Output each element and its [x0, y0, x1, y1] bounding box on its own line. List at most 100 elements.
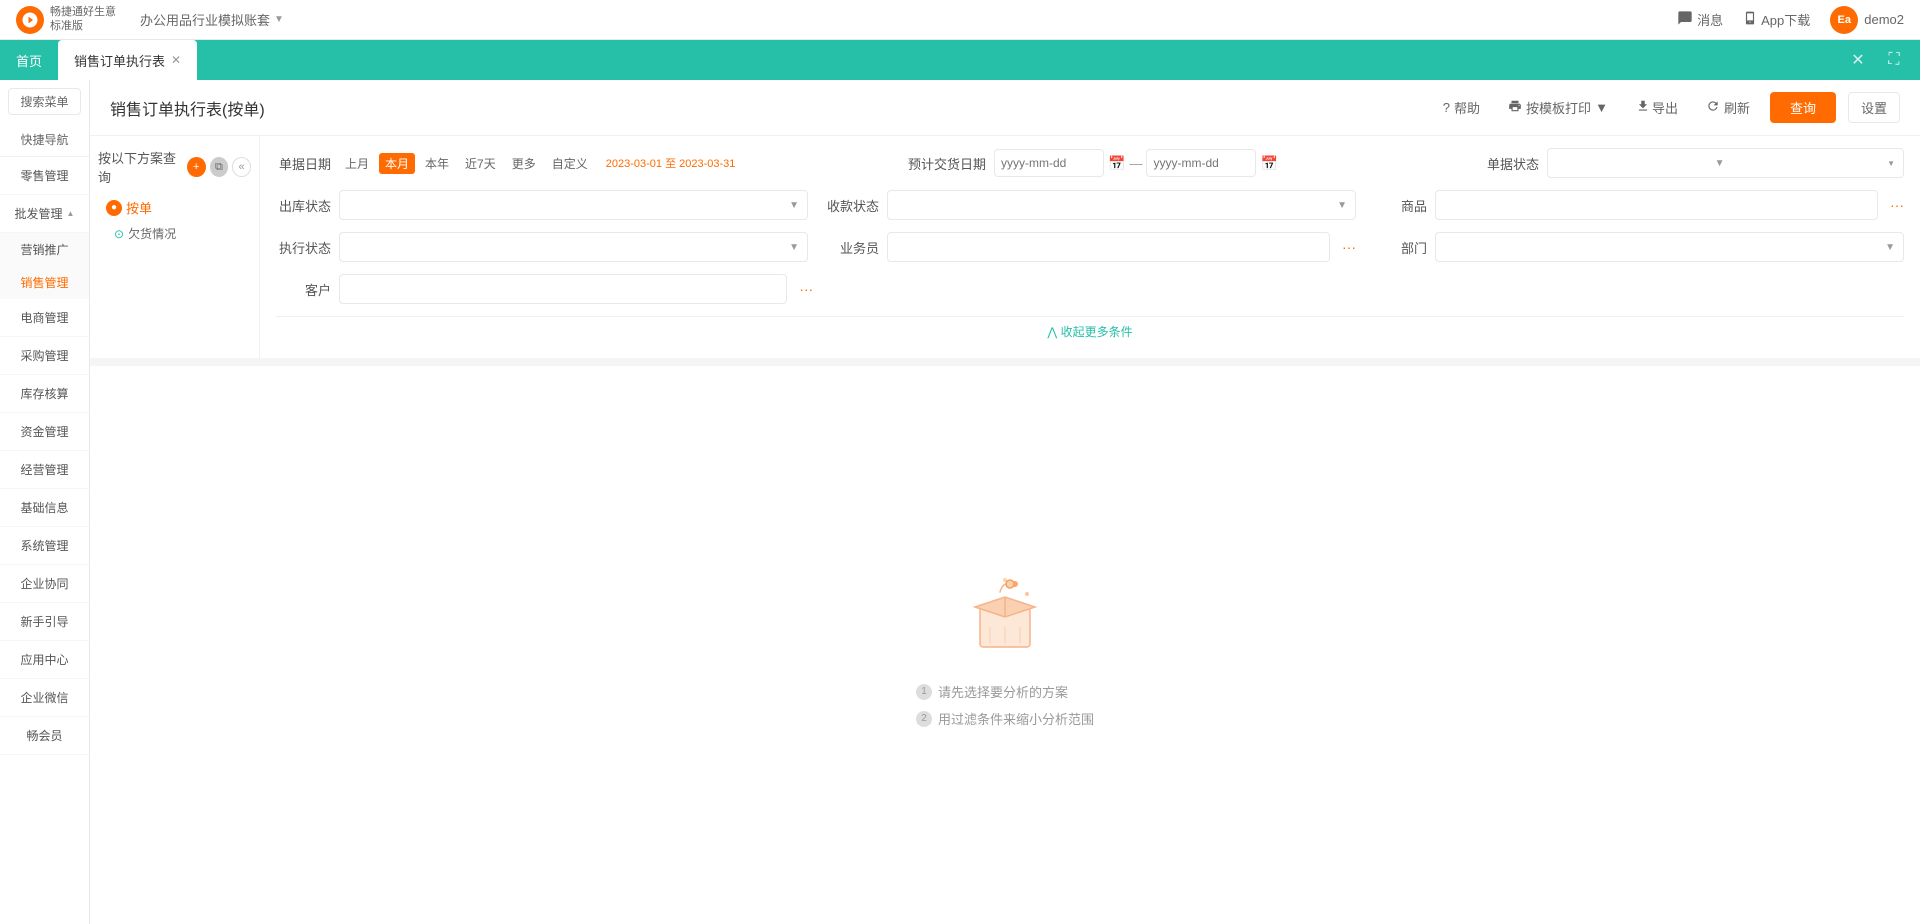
execution-status-label: 执行状态 — [276, 238, 331, 257]
empty-illustration — [955, 562, 1055, 662]
maximize-button[interactable]: ⛶ — [1880, 46, 1908, 74]
department-select[interactable]: ▼ — [1435, 232, 1904, 262]
breadcrumb: 办公用品行业模拟账套 ▼ — [140, 10, 284, 29]
empty-tips: 1 请先选择要分析的方案 2 用过滤条件来缩小分析范围 — [916, 682, 1094, 728]
empty-tip-2: 2 用过滤条件来缩小分析范围 — [916, 709, 1094, 728]
customer-field: 客户 ··· — [276, 274, 813, 304]
help-button[interactable]: ? 帮助 — [1435, 94, 1488, 121]
export-button[interactable]: 导出 — [1628, 94, 1686, 121]
sidebar-item-inventory[interactable]: 库存核算 — [0, 375, 89, 413]
payment-status-label: 收款状态 — [824, 196, 879, 215]
message-button[interactable]: 消息 — [1677, 10, 1723, 29]
date-tab-last-7-days[interactable]: 近7天 — [459, 153, 502, 174]
salesperson-field: 业务员 ··· — [824, 232, 1356, 262]
customer-label: 客户 — [276, 280, 331, 299]
delivery-date-end[interactable] — [1146, 149, 1256, 177]
close-tab-icon[interactable]: ✕ — [171, 53, 181, 67]
print-button[interactable]: 按模板打印 ▼ — [1500, 94, 1616, 121]
collapse-conditions-button[interactable]: ⋀ 收起更多条件 — [276, 316, 1904, 346]
payment-status-select[interactable]: ▼ — [887, 190, 1356, 220]
sidebar-item-ecommerce-label: 电商管理 — [20, 309, 68, 326]
expected-delivery-field: 预计交货日期 📅 — 📅 — [908, 149, 1468, 177]
scheme-item-order-icon: ● — [106, 200, 122, 216]
chevron-down-icon: ▼ — [1715, 158, 1725, 169]
scheme-item-arrears[interactable]: ⊙ 欠货情况 — [98, 221, 251, 246]
add-scheme-button[interactable]: + — [187, 157, 206, 177]
empty-state: 1 请先选择要分析的方案 2 用过滤条件来缩小分析范围 — [90, 366, 1920, 924]
app-download-button[interactable]: App下载 — [1743, 10, 1810, 29]
breadcrumb-chevron-icon[interactable]: ▼ — [274, 14, 284, 25]
sidebar-item-enterprise[interactable]: 企业协同 — [0, 565, 89, 603]
home-tab-label: 首页 — [16, 51, 42, 70]
payment-status-field: 收款状态 ▼ — [824, 190, 1356, 220]
sidebar-item-enterprise-label: 企业协同 — [20, 575, 68, 592]
date-tab-last-month[interactable]: 上月 — [339, 153, 375, 174]
salesperson-input[interactable] — [887, 232, 1330, 262]
customer-input[interactable] — [339, 274, 787, 304]
sidebar-item-basic[interactable]: 基础信息 — [0, 489, 89, 527]
goods-picker-icon[interactable]: ··· — [1890, 197, 1904, 213]
delivery-status-chevron-icon: ▼ — [789, 200, 799, 211]
sidebar-item-corp-wechat[interactable]: 企业微信 — [0, 679, 89, 717]
sidebar-item-operations-label: 经营管理 — [20, 461, 68, 478]
scheme-item-order[interactable]: ● 按单 — [98, 194, 251, 221]
print-dropdown-icon[interactable]: ▼ — [1595, 100, 1608, 115]
sidebar-item-finance-label: 资金管理 — [20, 423, 68, 440]
close-window-button[interactable]: ✕ — [1844, 46, 1872, 74]
date-field: 单据日期 上月 本月 本年 近7天 更多 自定义 2023-03-01 至 20… — [276, 153, 892, 174]
print-icon — [1508, 99, 1522, 116]
sidebar-item-finance[interactable]: 资金管理 — [0, 413, 89, 451]
sidebar-item-newbie[interactable]: 新手引导 — [0, 603, 89, 641]
refresh-button[interactable]: 刷新 — [1698, 94, 1758, 121]
date-tab-more[interactable]: 更多 — [506, 153, 542, 174]
filter-row-4: 客户 ··· — [276, 274, 1904, 304]
refresh-icon — [1706, 99, 1720, 116]
sidebar-item-operations[interactable]: 经营管理 — [0, 451, 89, 489]
search-menu-button[interactable]: 搜索菜单 — [8, 88, 81, 115]
sidebar-item-app-center[interactable]: 应用中心 — [0, 641, 89, 679]
settings-button[interactable]: 设置 — [1848, 92, 1900, 123]
goods-field: 商品 ··· — [1372, 190, 1904, 220]
page-title: 销售订单执行表(按单) — [110, 96, 265, 132]
tab-sales-order[interactable]: 销售订单执行表 ✕ — [58, 40, 197, 80]
sidebar-item-retail[interactable]: 零售管理 — [0, 157, 89, 195]
copy-scheme-button[interactable]: ⧉ — [210, 157, 229, 177]
clock-icon: ⊙ — [114, 227, 124, 241]
delivery-status-select[interactable]: ▼ — [339, 190, 808, 220]
doc-status-select[interactable]: ▼ — [1547, 148, 1904, 178]
sidebar-item-marketing[interactable]: 营销推广 — [0, 233, 89, 266]
date-tab-this-year[interactable]: 本年 — [419, 153, 455, 174]
sidebar-item-shortcut[interactable]: 快捷导航 — [0, 123, 89, 157]
sales-order-tab-label: 销售订单执行表 — [74, 51, 165, 70]
expected-delivery-label: 预计交货日期 — [908, 154, 986, 173]
calendar-end-icon[interactable]: 📅 — [1260, 155, 1277, 172]
user-area[interactable]: Ea demo2 — [1830, 6, 1904, 34]
scheme-item-order-label: 按单 — [126, 198, 152, 217]
sidebar-item-purchase[interactable]: 采购管理 — [0, 337, 89, 375]
scheme-item-arrears-label: 欠货情况 — [128, 225, 176, 242]
customer-picker-icon[interactable]: ··· — [799, 281, 813, 297]
filter-row-3: 执行状态 ▼ 业务员 ··· 部门 — [276, 232, 1904, 262]
calendar-start-icon[interactable]: 📅 — [1108, 155, 1125, 172]
date-tab-this-month[interactable]: 本月 — [379, 153, 415, 174]
top-header: 畅捷通好生意 标准版 办公用品行业模拟账套 ▼ 消息 App下载 Ea demo… — [0, 0, 1920, 40]
sidebar-item-sales-mgmt[interactable]: 销售管理 — [0, 266, 89, 299]
query-button[interactable]: 查询 — [1770, 92, 1836, 123]
delivery-date-start[interactable] — [994, 149, 1104, 177]
content-area: 销售订单执行表(按单) ? 帮助 按模板打印 ▼ 导出 — [90, 80, 1920, 924]
sidebar-item-member[interactable]: 畅会员 — [0, 717, 89, 755]
salesperson-picker-icon[interactable]: ··· — [1342, 239, 1356, 255]
date-tab-custom[interactable]: 自定义 — [546, 153, 594, 174]
execution-status-chevron-icon: ▼ — [789, 242, 799, 253]
collapse-scheme-button[interactable]: « — [232, 157, 251, 177]
sidebar-item-system[interactable]: 系统管理 — [0, 527, 89, 565]
sidebar-item-system-label: 系统管理 — [20, 537, 68, 554]
date-field-label: 单据日期 — [276, 154, 331, 173]
header-left: 畅捷通好生意 标准版 办公用品行业模拟账套 ▼ — [16, 6, 284, 34]
tab-home[interactable]: 首页 — [0, 40, 58, 80]
execution-status-select[interactable]: ▼ — [339, 232, 808, 262]
doc-status-label: 单据状态 — [1484, 154, 1539, 173]
goods-input[interactable] — [1435, 190, 1878, 220]
sidebar-item-ecommerce[interactable]: 电商管理 — [0, 299, 89, 337]
sidebar-item-wholesale[interactable]: 批发管理 ▲ — [0, 195, 89, 233]
